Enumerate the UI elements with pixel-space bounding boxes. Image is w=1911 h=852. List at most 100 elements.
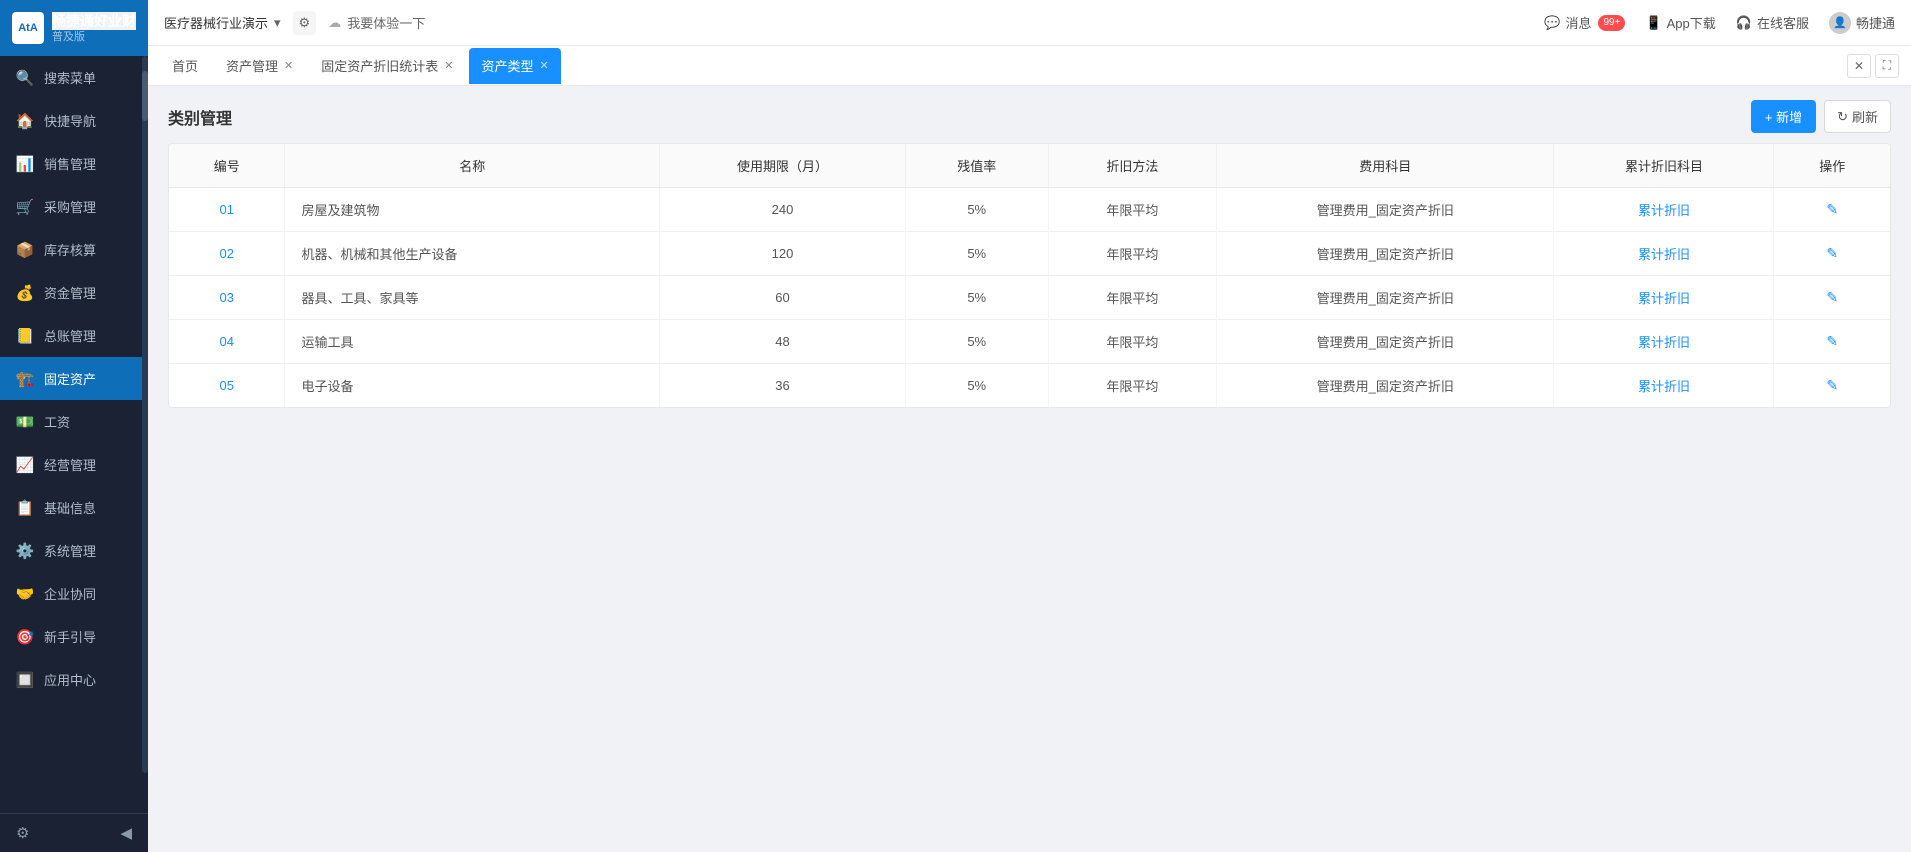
table-row: 01房屋及建筑物2405%年限平均管理费用_固定资产折旧累计折旧✎ (169, 188, 1890, 232)
tab-固定资产折旧统计表[interactable]: 固定资产折旧统计表 ✕ (309, 48, 465, 84)
col-编号: 编号 (169, 144, 285, 188)
cell-method: 年限平均 (1048, 276, 1216, 320)
cell-residual: 5% (905, 188, 1048, 232)
asset-types-table: 编号名称使用期限（月）残值率折旧方法费用科目累计折旧科目操作 01房屋及建筑物2… (169, 144, 1890, 407)
new-button[interactable]: + 新增 (1751, 100, 1816, 133)
sidebar-item-operations[interactable]: 📈 经营管理 (0, 443, 148, 486)
notifications-item[interactable]: 💬 消息 99+ (1544, 13, 1625, 32)
nav-icon-operations: 📈 (16, 456, 34, 474)
col-累计折旧科目: 累计折旧科目 (1554, 144, 1774, 188)
cell-expense: 管理费用_固定资产折旧 (1217, 364, 1554, 408)
cell-name: 电子设备 (285, 364, 660, 408)
cell-id: 02 (169, 232, 285, 276)
cell-months: 240 (660, 188, 906, 232)
cell-method: 年限平均 (1048, 232, 1216, 276)
settings-btn[interactable]: ⚙ (293, 11, 317, 35)
nav-icon-guide: 🎯 (16, 628, 34, 646)
cell-action[interactable]: ✎ (1774, 188, 1890, 232)
sidebar-item-basic-info[interactable]: 📋 基础信息 (0, 486, 148, 529)
cell-months: 36 (660, 364, 906, 408)
cell-months: 60 (660, 276, 906, 320)
collapse-icon[interactable]: ◀ (120, 824, 132, 842)
cell-name: 机器、机械和其他生产设备 (285, 232, 660, 276)
edit-icon[interactable]: ✎ (1826, 377, 1838, 393)
cell-expense: 管理费用_固定资产折旧 (1217, 276, 1554, 320)
sidebar-item-ledger[interactable]: 📒 总账管理 (0, 314, 148, 357)
nav-icon-inventory: 📦 (16, 241, 34, 259)
sidebar-item-purchase[interactable]: 🛒 采购管理 (0, 185, 148, 228)
cell-expense: 管理费用_固定资产折旧 (1217, 232, 1554, 276)
tab-首页[interactable]: 首页 (160, 48, 210, 84)
sidebar-item-fixed-assets[interactable]: 🏗️ 固定资产 (0, 357, 148, 400)
cell-method: 年限平均 (1048, 320, 1216, 364)
tab-close-icon[interactable]: ✕ (284, 59, 293, 72)
expand-tab-btn[interactable]: ⛶ (1875, 54, 1899, 78)
nav-label-system: 系统管理 (44, 541, 96, 560)
nav-icon-payroll: 💵 (16, 413, 34, 431)
nav-icon-basic-info: 📋 (16, 499, 34, 517)
company-selector[interactable]: 医疗器械行业演示 ▾ (164, 13, 281, 32)
cell-action[interactable]: ✎ (1774, 320, 1890, 364)
cell-name: 房屋及建筑物 (285, 188, 660, 232)
message-icon: 💬 (1544, 15, 1560, 31)
cell-accumulated: 累计折旧 (1554, 276, 1774, 320)
nav-icon-enterprise: 🤝 (16, 585, 34, 603)
edit-icon[interactable]: ✎ (1826, 245, 1838, 261)
cell-id: 04 (169, 320, 285, 364)
col-折旧方法: 折旧方法 (1048, 144, 1216, 188)
sidebar-item-system[interactable]: ⚙️ 系统管理 (0, 529, 148, 572)
online-service-item[interactable]: 🎧 在线客服 (1736, 13, 1809, 32)
sidebar-item-funds[interactable]: 💰 资金管理 (0, 271, 148, 314)
cell-expense: 管理费用_固定资产折旧 (1217, 188, 1554, 232)
experience-btn[interactable]: ☁ 我要体验一下 (328, 13, 425, 32)
nav-label-operations: 经营管理 (44, 455, 96, 474)
edit-icon[interactable]: ✎ (1826, 333, 1838, 349)
phone-icon: 📱 (1645, 15, 1661, 31)
sidebar-item-guide[interactable]: 🎯 新手引导 (0, 615, 148, 658)
nav-label-search: 搜索菜单 (44, 68, 96, 87)
user-item[interactable]: 👤 畅捷通 (1829, 12, 1895, 34)
tab-close-icon[interactable]: ✕ (540, 59, 549, 72)
sidebar-item-payroll[interactable]: 💵 工资 (0, 400, 148, 443)
table-row: 05电子设备365%年限平均管理费用_固定资产折旧累计折旧✎ (169, 364, 1890, 408)
sidebar-bottom: ⚙ ◀ (0, 813, 148, 852)
refresh-icon: ↻ (1837, 109, 1848, 125)
sidebar-item-app-center[interactable]: 🔲 应用中心 (0, 658, 148, 701)
tab-资产类型[interactable]: 资产类型✕ (469, 48, 560, 84)
notifications-badge: 99+ (1598, 15, 1625, 31)
cell-action[interactable]: ✎ (1774, 232, 1890, 276)
close-tab-btn[interactable]: ✕ (1847, 54, 1871, 78)
sidebar-item-search[interactable]: 🔍 搜索菜单 (0, 56, 148, 99)
refresh-button[interactable]: ↻ 刷新 (1824, 100, 1891, 133)
company-dropdown-icon[interactable]: ▾ (274, 15, 281, 31)
cell-residual: 5% (905, 276, 1048, 320)
sidebar-item-sales[interactable]: 📊 销售管理 (0, 142, 148, 185)
page-actions: + 新增 ↻ 刷新 (1751, 100, 1891, 133)
edit-icon[interactable]: ✎ (1826, 201, 1838, 217)
cell-accumulated: 累计折旧 (1554, 188, 1774, 232)
col-使用期限（月）: 使用期限（月） (660, 144, 906, 188)
edit-icon[interactable]: ✎ (1826, 289, 1838, 305)
settings-icon[interactable]: ⚙ (16, 824, 29, 842)
nav-icon-ledger: 📒 (16, 327, 34, 345)
cell-id: 03 (169, 276, 285, 320)
topbar-right: 💬 消息 99+ 📱 App下载 🎧 在线客服 👤 畅捷通 (1544, 12, 1895, 34)
headset-icon: 🎧 (1736, 15, 1752, 31)
app-download-item[interactable]: 📱 App下载 (1645, 13, 1715, 32)
sidebar-item-enterprise[interactable]: 🤝 企业协同 (0, 572, 148, 615)
experience-icon: ☁ (328, 15, 341, 31)
nav-icon-purchase: 🛒 (16, 198, 34, 216)
user-avatar: 👤 (1829, 12, 1851, 34)
cell-residual: 5% (905, 364, 1048, 408)
cell-method: 年限平均 (1048, 188, 1216, 232)
tab-close-icon[interactable]: ✕ (444, 59, 453, 72)
cell-name: 运输工具 (285, 320, 660, 364)
tab-资产管理[interactable]: 资产管理✕ (214, 48, 305, 84)
cell-name: 器具、工具、家具等 (285, 276, 660, 320)
nav-label-payroll: 工资 (44, 412, 70, 431)
sidebar-item-quick-nav[interactable]: 🏠 快捷导航 (0, 99, 148, 142)
tab-label: 固定资产折旧统计表 (321, 56, 438, 75)
sidebar-item-inventory[interactable]: 📦 库存核算 (0, 228, 148, 271)
cell-action[interactable]: ✎ (1774, 364, 1890, 408)
cell-action[interactable]: ✎ (1774, 276, 1890, 320)
